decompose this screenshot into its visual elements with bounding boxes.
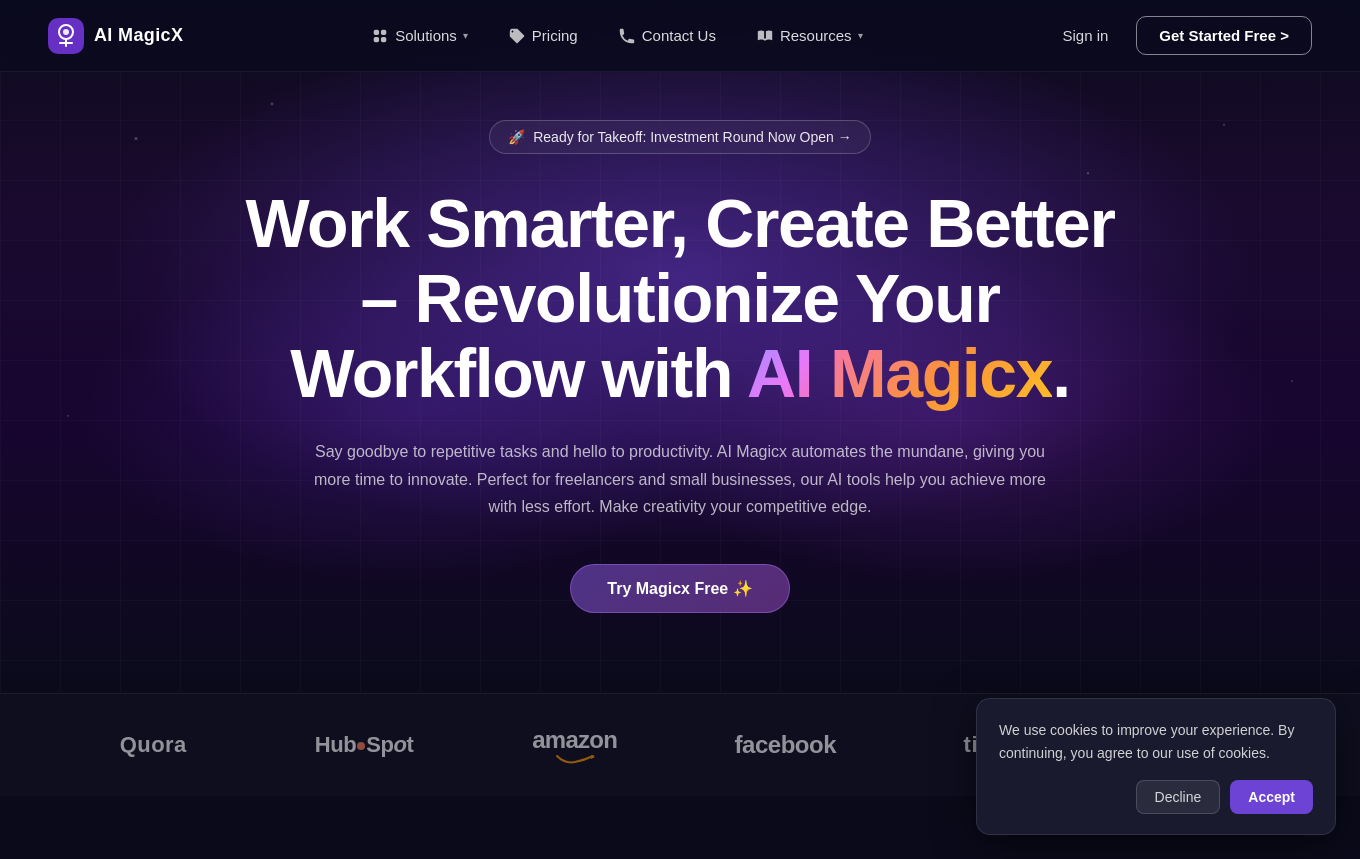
cookie-message: We use cookies to improve your experienc… — [999, 719, 1313, 764]
hubspot-dot — [357, 742, 365, 750]
grid-icon — [371, 27, 389, 45]
phone-icon — [618, 27, 636, 45]
hero-content: 🚀 Ready for Takeoff: Investment Round No… — [245, 120, 1114, 613]
brand-hubspot: HubSpot — [259, 732, 470, 758]
nav-contact[interactable]: Contact Us — [602, 19, 732, 53]
decline-button[interactable]: Decline — [1136, 780, 1221, 814]
hero-title-line3: Workflow with AI Magicx. — [290, 335, 1070, 411]
announcement-badge[interactable]: 🚀 Ready for Takeoff: Investment Round No… — [489, 120, 871, 154]
logo-text: AI MagicX — [94, 25, 183, 46]
nav-links: Solutions ▾ Pricing Contact Us Resources… — [355, 19, 878, 53]
navbar: AI MagicX Solutions ▾ Pricing Contact Us — [0, 0, 1360, 72]
brand-quora: Quora — [48, 732, 259, 758]
hero-title-magicx: Magicx — [830, 335, 1052, 411]
logo[interactable]: AI MagicX — [48, 18, 183, 54]
amazon-logo: amazon — [532, 726, 617, 764]
svg-point-2 — [63, 29, 69, 35]
facebook-logo: facebook — [735, 731, 837, 759]
rocket-icon: 🚀 — [508, 129, 525, 145]
quora-logo: Quora — [120, 732, 187, 758]
brand-facebook: facebook — [680, 731, 891, 759]
nav-solutions[interactable]: Solutions ▾ — [355, 19, 484, 53]
cookie-banner: We use cookies to improve your experienc… — [976, 698, 1336, 835]
nav-right: Sign in Get Started Free > — [1050, 16, 1312, 55]
accept-button[interactable]: Accept — [1230, 780, 1313, 814]
logo-icon — [48, 18, 84, 54]
amazon-smile-icon — [555, 754, 595, 764]
get-started-button[interactable]: Get Started Free > — [1136, 16, 1312, 55]
hero-title-ai: AI — [747, 335, 812, 411]
hero-subtitle: Say goodbye to repetitive tasks and hell… — [300, 438, 1060, 520]
cookie-actions: Decline Accept — [999, 780, 1313, 814]
brand-amazon: amazon — [469, 726, 680, 764]
sign-in-button[interactable]: Sign in — [1050, 19, 1120, 52]
hero-section: 🚀 Ready for Takeoff: Investment Round No… — [0, 0, 1360, 693]
nav-resources[interactable]: Resources ▾ — [740, 19, 879, 53]
hero-title: Work Smarter, Create Better – Revolution… — [245, 186, 1114, 410]
hubspot-logo: HubSpot — [315, 732, 414, 758]
svg-rect-0 — [48, 18, 84, 54]
chevron-down-icon-resources: ▾ — [858, 30, 863, 41]
tag-icon — [508, 27, 526, 45]
chevron-down-icon: ▾ — [463, 30, 468, 41]
book-icon — [756, 27, 774, 45]
hero-title-line1: Work Smarter, Create Better — [245, 185, 1114, 261]
hero-title-line2: – Revolutionize Your — [360, 260, 999, 336]
try-magicx-button[interactable]: Try Magicx Free ✨ — [570, 564, 789, 613]
nav-pricing[interactable]: Pricing — [492, 19, 594, 53]
